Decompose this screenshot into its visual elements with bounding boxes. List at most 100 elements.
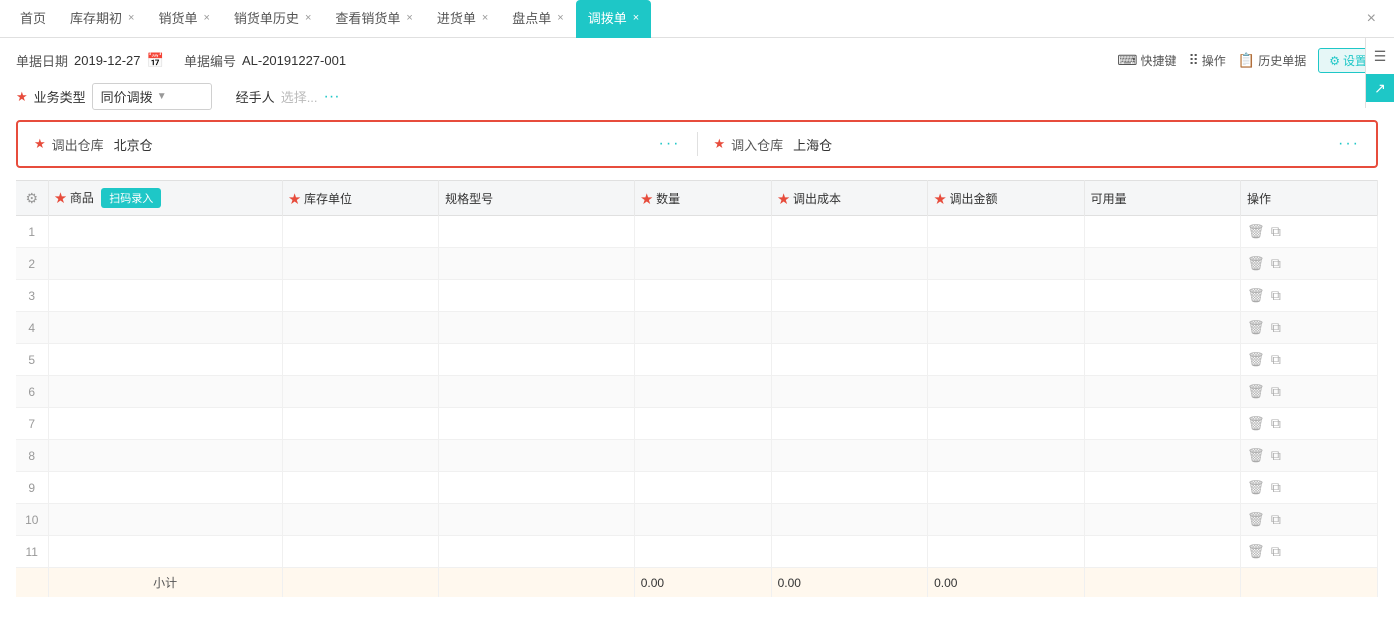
row-unit-2[interactable] [282, 248, 438, 280]
row-amount-11[interactable] [928, 536, 1084, 568]
row-amount-6[interactable] [928, 376, 1084, 408]
copy-icon-row-5[interactable]: ⧉ [1271, 351, 1281, 368]
row-product-11[interactable] [48, 536, 282, 568]
row-qty-9[interactable] [634, 472, 771, 504]
row-unit-7[interactable] [282, 408, 438, 440]
row-spec-9[interactable] [439, 472, 635, 504]
delete-icon-row-3[interactable]: 🗑 [1247, 287, 1265, 304]
row-product-3[interactable] [48, 280, 282, 312]
row-cost-11[interactable] [771, 536, 927, 568]
handler-more-icon[interactable]: ··· [324, 88, 340, 106]
right-panel-expand-icon[interactable]: ↗ [1366, 74, 1394, 102]
row-unit-1[interactable] [282, 216, 438, 248]
row-qty-4[interactable] [634, 312, 771, 344]
copy-icon-row-2[interactable]: ⧉ [1271, 255, 1281, 272]
history-tool[interactable]: 📋 历史单据 [1238, 52, 1306, 69]
row-amount-5[interactable] [928, 344, 1084, 376]
copy-icon-row-3[interactable]: ⧉ [1271, 287, 1281, 304]
row-amount-4[interactable] [928, 312, 1084, 344]
table-settings-icon[interactable]: ⚙ [25, 190, 38, 206]
row-unit-5[interactable] [282, 344, 438, 376]
row-qty-5[interactable] [634, 344, 771, 376]
row-cost-2[interactable] [771, 248, 927, 280]
tab-purchase-order-close[interactable]: × [482, 12, 488, 24]
row-spec-10[interactable] [439, 504, 635, 536]
tab-purchase-order[interactable]: 进货单 × [425, 0, 500, 38]
row-qty-3[interactable] [634, 280, 771, 312]
delete-icon-row-8[interactable]: 🗑 [1247, 447, 1265, 464]
delete-icon-row-9[interactable]: 🗑 [1247, 479, 1265, 496]
row-amount-8[interactable] [928, 440, 1084, 472]
tab-transfer-order[interactable]: 调拨单 × [576, 0, 651, 38]
delete-icon-row-7[interactable]: 🗑 [1247, 415, 1265, 432]
row-product-10[interactable] [48, 504, 282, 536]
row-spec-6[interactable] [439, 376, 635, 408]
row-qty-11[interactable] [634, 536, 771, 568]
delete-icon-row-6[interactable]: 🗑 [1247, 383, 1265, 400]
tab-view-sales-close[interactable]: × [406, 12, 412, 24]
business-type-select[interactable]: 同价调拨 ▼ [92, 83, 212, 110]
row-product-2[interactable] [48, 248, 282, 280]
row-qty-7[interactable] [634, 408, 771, 440]
row-spec-8[interactable] [439, 440, 635, 472]
row-cost-10[interactable] [771, 504, 927, 536]
row-qty-10[interactable] [634, 504, 771, 536]
tab-sales-history[interactable]: 销货单历史 × [222, 0, 323, 38]
tab-home[interactable]: 首页 [8, 0, 58, 38]
right-panel-list-icon[interactable]: ☰ [1366, 42, 1394, 70]
row-product-1[interactable] [48, 216, 282, 248]
transfer-out-more-icon[interactable]: ··· [659, 135, 681, 153]
tab-inventory-count[interactable]: 盘点单 × [500, 0, 575, 38]
scan-button[interactable]: 扫码录入 [101, 188, 161, 208]
shortcut-tool[interactable]: ⌨ 快捷键 [1117, 52, 1176, 69]
row-unit-11[interactable] [282, 536, 438, 568]
row-cost-7[interactable] [771, 408, 927, 440]
row-amount-1[interactable] [928, 216, 1084, 248]
row-unit-10[interactable] [282, 504, 438, 536]
row-qty-8[interactable] [634, 440, 771, 472]
tab-inventory-init[interactable]: 库存期初 × [58, 0, 146, 38]
row-cost-9[interactable] [771, 472, 927, 504]
row-qty-1[interactable] [634, 216, 771, 248]
row-spec-4[interactable] [439, 312, 635, 344]
row-unit-6[interactable] [282, 376, 438, 408]
row-product-8[interactable] [48, 440, 282, 472]
row-spec-7[interactable] [439, 408, 635, 440]
row-cost-1[interactable] [771, 216, 927, 248]
row-unit-9[interactable] [282, 472, 438, 504]
row-unit-4[interactable] [282, 312, 438, 344]
delete-icon-row-4[interactable]: 🗑 [1247, 319, 1265, 336]
row-spec-2[interactable] [439, 248, 635, 280]
copy-icon-row-1[interactable]: ⧉ [1271, 223, 1281, 240]
row-spec-5[interactable] [439, 344, 635, 376]
delete-icon-row-5[interactable]: 🗑 [1247, 351, 1265, 368]
copy-icon-row-9[interactable]: ⧉ [1271, 479, 1281, 496]
delete-icon-row-1[interactable]: 🗑 [1247, 223, 1265, 240]
row-cost-5[interactable] [771, 344, 927, 376]
row-qty-2[interactable] [634, 248, 771, 280]
copy-icon-row-11[interactable]: ⧉ [1271, 543, 1281, 560]
row-qty-6[interactable] [634, 376, 771, 408]
row-unit-8[interactable] [282, 440, 438, 472]
row-spec-3[interactable] [439, 280, 635, 312]
row-product-5[interactable] [48, 344, 282, 376]
copy-icon-row-10[interactable]: ⧉ [1271, 511, 1281, 528]
operation-tool[interactable]: ⠿ 操作 [1188, 52, 1225, 69]
delete-icon-row-2[interactable]: 🗑 [1247, 255, 1265, 272]
row-product-7[interactable] [48, 408, 282, 440]
tab-transfer-order-close[interactable]: × [633, 12, 639, 24]
tab-sales-order-close[interactable]: × [203, 12, 209, 24]
tab-bar-close[interactable]: × [1357, 10, 1386, 28]
delete-icon-row-11[interactable]: 🗑 [1247, 543, 1265, 560]
tab-view-sales[interactable]: 查看销货单 × [323, 0, 424, 38]
row-amount-3[interactable] [928, 280, 1084, 312]
row-cost-3[interactable] [771, 280, 927, 312]
row-cost-6[interactable] [771, 376, 927, 408]
row-spec-11[interactable] [439, 536, 635, 568]
row-amount-2[interactable] [928, 248, 1084, 280]
tab-inventory-init-close[interactable]: × [128, 12, 134, 24]
tab-inventory-count-close[interactable]: × [557, 12, 563, 24]
row-amount-7[interactable] [928, 408, 1084, 440]
handler-placeholder[interactable]: 选择... [281, 87, 318, 106]
row-product-9[interactable] [48, 472, 282, 504]
